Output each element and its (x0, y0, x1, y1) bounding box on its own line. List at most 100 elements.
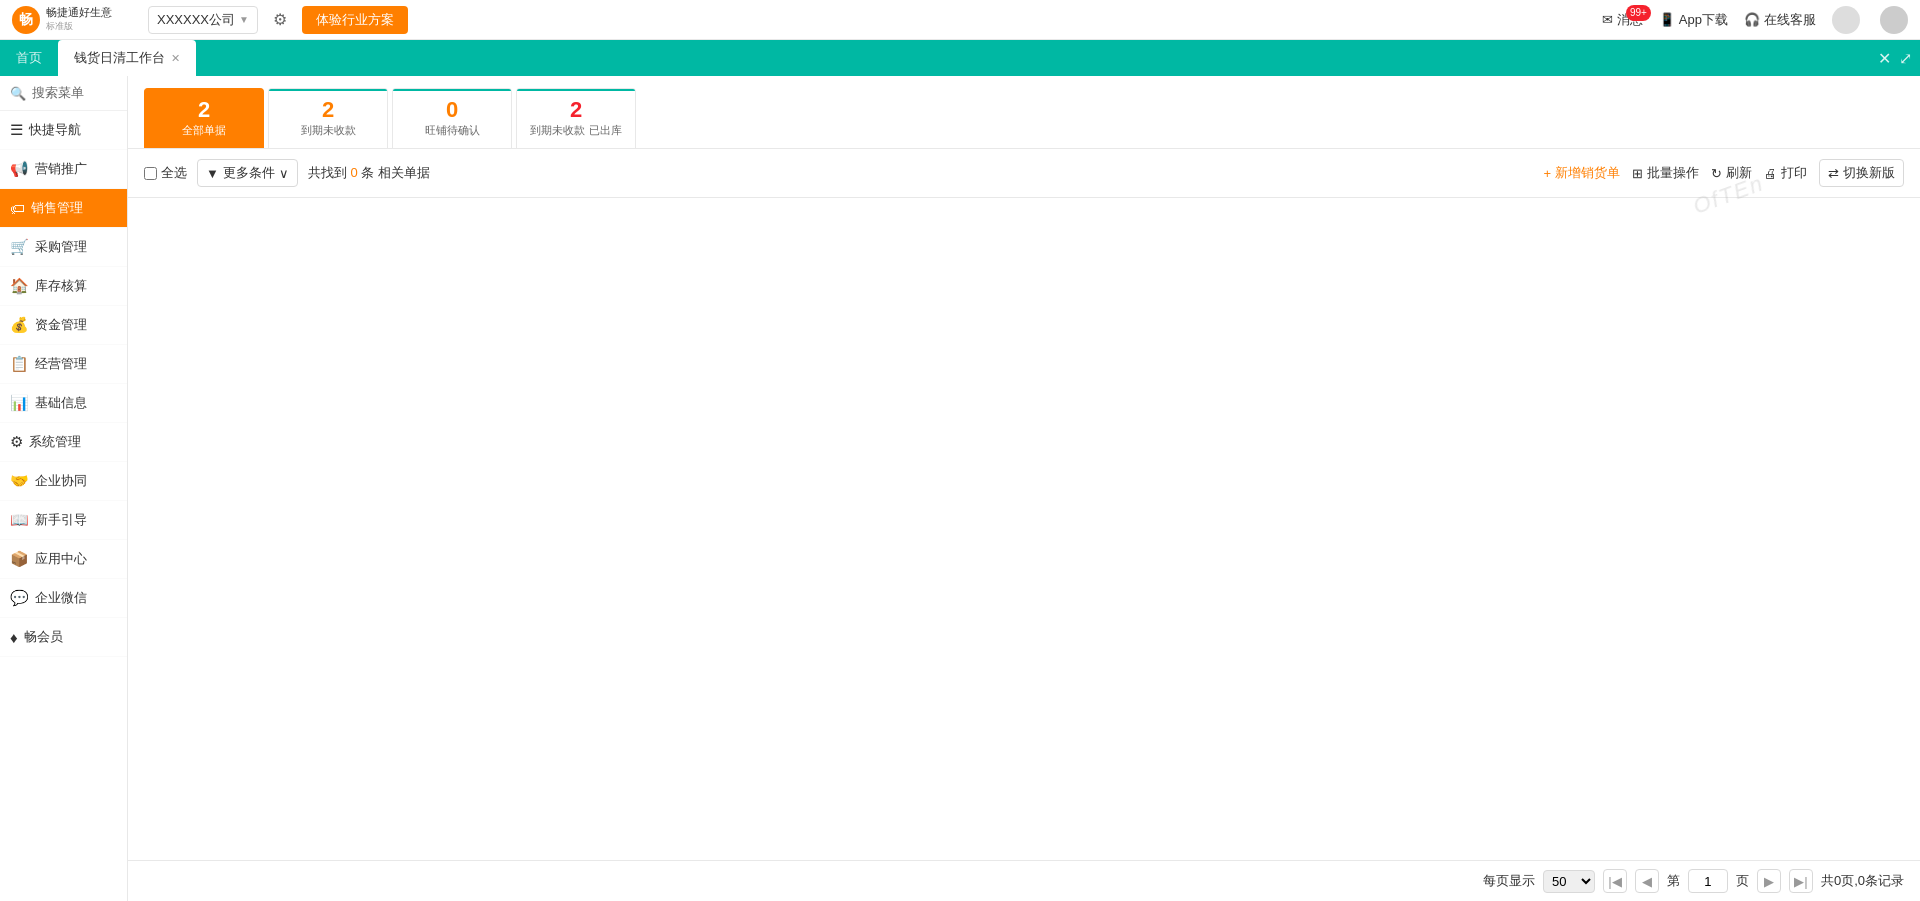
pagination: 每页显示 50 100 200 |◀ ◀ 第 页 ▶ ▶| 共0页,0条记录 (128, 860, 1920, 901)
tab-card-overdue[interactable]: 2 到期未收款 (268, 88, 388, 148)
last-page-button[interactable]: ▶| (1789, 869, 1813, 893)
purchase-icon: 🛒 (10, 238, 29, 256)
switch-version-button[interactable]: ⇄ 切换新版 (1819, 159, 1904, 187)
page-size-select[interactable]: 50 100 200 (1543, 870, 1595, 893)
operations-icon: 📋 (10, 355, 29, 373)
sidebar-item-sales[interactable]: 🏷 销售管理 (0, 189, 127, 228)
sidebar-item-app-center[interactable]: 📦 应用中心 (0, 540, 127, 579)
main-content: 2 全部单据 2 到期未收款 0 旺铺待确认 2 到期未收款 已出库 (128, 76, 1920, 901)
print-button[interactable]: 🖨 打印 (1764, 164, 1807, 182)
message-badge: 99+ (1626, 5, 1651, 21)
batch-action-button[interactable]: ⊞ 批量操作 (1632, 164, 1699, 182)
tab-count-pending: 0 (446, 99, 458, 121)
logo-icon: 畅 (12, 6, 40, 34)
tab-label-all: 全部单据 (182, 123, 226, 138)
company-name: XXXXXX公司 (157, 11, 235, 29)
tab-card-all[interactable]: 2 全部单据 (144, 88, 264, 148)
tab-count-all: 2 (198, 99, 210, 121)
sidebar-search[interactable]: 🔍 搜索菜单 (0, 76, 127, 111)
sidebar-item-operations[interactable]: 📋 经营管理 (0, 345, 127, 384)
sidebar-item-wechat[interactable]: 💬 企业微信 (0, 579, 127, 618)
top-header: 畅 畅捷通好生意 标准版 XXXXXX公司 ▼ ⚙ 体验行业方案 ✉ 消息 99… (0, 0, 1920, 40)
tab-count-shipped: 2 (570, 99, 582, 121)
page-label: 页 (1736, 872, 1749, 890)
tab-home-label: 首页 (16, 49, 42, 67)
avatar[interactable] (1832, 6, 1860, 34)
member-icon: ♦ (10, 629, 18, 646)
toolbar-left: 全选 ▼ 更多条件 ∨ 共找到 0 条 相关单据 (144, 159, 430, 187)
filter-icon: ▼ (206, 166, 219, 181)
chevron-down-icon: ▼ (239, 14, 249, 25)
tab-home[interactable]: 首页 (0, 40, 58, 76)
sidebar-item-label: 库存核算 (35, 277, 87, 295)
tab-card-shipped[interactable]: 2 到期未收款 已出库 (516, 88, 636, 148)
first-page-button[interactable]: |◀ (1603, 869, 1627, 893)
filter-chevron-icon: ∨ (279, 166, 289, 181)
tab-card-pending[interactable]: 0 旺铺待确认 (392, 88, 512, 148)
tab-work-station[interactable]: 钱货日清工作台 ✕ (58, 40, 196, 76)
count-value: 0 (351, 165, 358, 180)
service-icon: 🎧 (1744, 12, 1760, 27)
sidebar-item-system[interactable]: ⚙ 系统管理 (0, 423, 127, 462)
filter-button[interactable]: ▼ 更多条件 ∨ (197, 159, 298, 187)
sidebar-item-quick-nav[interactable]: ☰ 快捷导航 (0, 111, 127, 150)
print-icon: 🖨 (1764, 166, 1777, 181)
system-icon: ⚙ (10, 433, 23, 451)
sidebar-item-marketing[interactable]: 📢 营销推广 (0, 150, 127, 189)
guide-icon: 📖 (10, 511, 29, 529)
sidebar-item-label: 营销推广 (35, 160, 87, 178)
page-input[interactable] (1688, 869, 1728, 893)
sidebar-item-label: 企业协同 (35, 472, 87, 490)
online-service-button[interactable]: 🎧 在线客服 (1744, 11, 1816, 29)
batch-icon: ⊞ (1632, 166, 1643, 181)
layout: 🔍 搜索菜单 ☰ 快捷导航 📢 营销推广 🏷 销售管理 🛒 采购管理 🏠 库存核… (0, 76, 1920, 901)
inventory-icon: 🏠 (10, 277, 29, 295)
sidebar-item-guide[interactable]: 📖 新手引导 (0, 501, 127, 540)
sidebar-item-label: 经营管理 (35, 355, 87, 373)
settings-button[interactable]: ⚙ (266, 6, 294, 34)
sidebar-item-label: 采购管理 (35, 238, 87, 256)
app-download-label: App下载 (1679, 11, 1728, 29)
experience-button[interactable]: 体验行业方案 (302, 6, 408, 34)
nav-tabs: 首页 钱货日清工作台 ✕ ✕ ⤢ (0, 40, 1920, 76)
message-icon: ✉ (1602, 12, 1613, 27)
select-all-label[interactable]: 全选 (144, 164, 187, 182)
message-button[interactable]: ✉ 消息 99+ (1602, 11, 1643, 29)
toolbar: 全选 ▼ 更多条件 ∨ 共找到 0 条 相关单据 + 新增销货单 (128, 149, 1920, 198)
tab-cards: 2 全部单据 2 到期未收款 0 旺铺待确认 2 到期未收款 已出库 (128, 76, 1920, 149)
prev-page-button[interactable]: ◀ (1635, 869, 1659, 893)
sidebar-item-label: 企业微信 (35, 589, 87, 607)
count-text: 共找到 0 条 相关单据 (308, 164, 430, 182)
add-sales-button[interactable]: + 新增销货单 (1543, 164, 1620, 182)
sidebar-item-purchase[interactable]: 🛒 采购管理 (0, 228, 127, 267)
tab-maximize-button[interactable]: ⤢ (1899, 49, 1912, 68)
page-word: 第 (1667, 872, 1680, 890)
tab-close-icon[interactable]: ✕ (171, 52, 180, 65)
select-all-text: 全选 (161, 164, 187, 182)
sidebar-item-member[interactable]: ♦ 畅会员 (0, 618, 127, 657)
sidebar-item-basic-info[interactable]: 📊 基础信息 (0, 384, 127, 423)
filter-label: 更多条件 (223, 164, 275, 182)
select-all-checkbox[interactable] (144, 167, 157, 180)
total-label: 共0页,0条记录 (1821, 872, 1904, 890)
sidebar-item-label: 资金管理 (35, 316, 87, 334)
sidebar-item-inventory[interactable]: 🏠 库存核算 (0, 267, 127, 306)
app-name: 畅捷通好生意 (46, 6, 112, 19)
batch-label: 批量操作 (1647, 164, 1699, 182)
download-icon: 📱 (1659, 12, 1675, 27)
refresh-icon: ↻ (1711, 166, 1722, 181)
sidebar-item-finance[interactable]: 💰 资金管理 (0, 306, 127, 345)
header-right: ✉ 消息 99+ 📱 App下载 🎧 在线客服 (1602, 6, 1908, 34)
app-download-button[interactable]: 📱 App下载 (1659, 11, 1728, 29)
table-area (128, 198, 1920, 860)
switch-label: 切换新版 (1843, 164, 1895, 182)
tab-label-shipped: 到期未收款 已出库 (530, 123, 621, 138)
refresh-button[interactable]: ↻ 刷新 (1711, 164, 1752, 182)
company-selector[interactable]: XXXXXX公司 ▼ (148, 6, 258, 34)
add-label: 新增销货单 (1555, 164, 1620, 182)
tab-close-window-button[interactable]: ✕ (1878, 49, 1891, 68)
next-page-button[interactable]: ▶ (1757, 869, 1781, 893)
page-size-label: 每页显示 (1483, 872, 1535, 890)
nav-tabs-right: ✕ ⤢ (1878, 49, 1920, 68)
sidebar-item-enterprise[interactable]: 🤝 企业协同 (0, 462, 127, 501)
